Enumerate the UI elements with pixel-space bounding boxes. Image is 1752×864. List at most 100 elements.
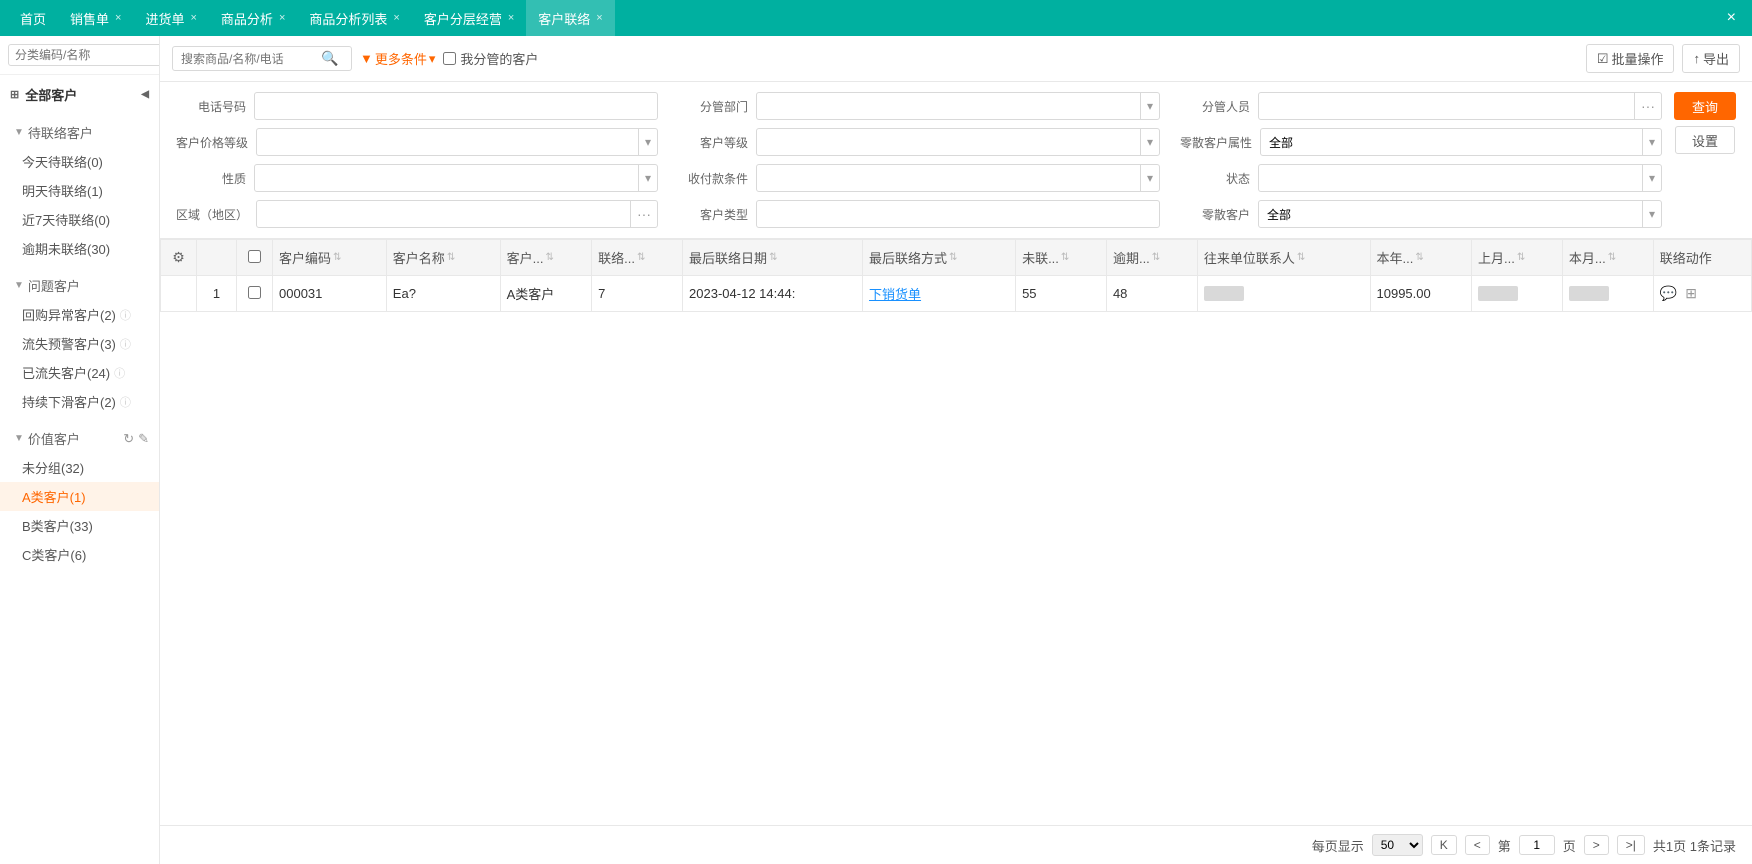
th-last-month[interactable]: 上月...⇅ [1471,240,1562,276]
export-button[interactable]: ↑ 导出 [1682,44,1740,73]
close-product-analysis-icon[interactable]: × [279,12,285,24]
sort-this-year-icon[interactable]: ⇅ [1415,252,1423,263]
my-customers-checkbox[interactable] [443,52,456,65]
filter-nature-input[interactable] [255,167,638,189]
price-level-chevron-icon[interactable]: ▾ [638,129,657,155]
row-message-icon[interactable]: 💬 [1660,285,1677,302]
sidebar-item-c-class[interactable]: C类客户(6) [0,540,159,569]
settings-button[interactable]: 设置 [1675,126,1735,154]
prev-page-button[interactable]: < [1465,835,1490,855]
nav-customer-contact[interactable]: 客户联络 × [526,0,614,36]
nav-close-all[interactable]: × [1719,5,1744,31]
close-product-analysis-list-icon[interactable]: × [393,12,399,24]
sort-contact-icon[interactable]: ⇅ [637,252,645,263]
sidebar-item-overdue[interactable]: 逾期未联络(30) [0,234,159,263]
th-contacts[interactable]: 往来单位联系人⇅ [1197,240,1370,276]
th-type[interactable]: 客户...⇅ [500,240,592,276]
filter-customer-level-input[interactable] [757,131,1140,153]
sort-this-month-icon[interactable]: ⇅ [1608,252,1616,263]
sidebar-value-customers-label[interactable]: ▼ 价值客户 ↻ ✎ [0,424,159,453]
main-search-input[interactable] [181,52,321,66]
filter-person-input[interactable] [1259,95,1634,117]
page-number-input[interactable] [1519,835,1555,855]
my-customers-checkbox-wrap[interactable]: 我分管的客户 [443,49,538,68]
sidebar-pending-contact-label[interactable]: ▼ 待联络客户 [0,118,159,147]
sidebar-item-week[interactable]: 近7天待联络(0) [0,205,159,234]
filter-status-input[interactable] [1259,167,1642,189]
th-this-year[interactable]: 本年...⇅ [1370,240,1471,276]
refresh-icon[interactable]: ↻ [123,431,134,447]
th-contact[interactable]: 联络...⇅ [592,240,683,276]
sidebar-item-continuous-decline[interactable]: 持续下滑客户(2) ⓘ [0,387,159,416]
filter-phone-input[interactable] [254,92,658,120]
retail-customer-chevron-icon[interactable]: ▾ [1642,201,1661,227]
row-checkbox[interactable] [248,286,261,299]
last-page-button[interactable]: >| [1617,835,1645,855]
th-check[interactable] [237,240,273,276]
th-code[interactable]: 客户编码⇅ [273,240,387,276]
region-more-icon[interactable]: ··· [630,201,657,227]
sidebar-item-repeat-abnormal[interactable]: 回购异常客户(2) ⓘ [0,300,159,329]
sort-code-icon[interactable]: ⇅ [333,252,341,263]
sidebar-item-a-class[interactable]: A类客户(1) [0,482,159,511]
payment-chevron-icon[interactable]: ▾ [1140,165,1159,191]
query-button[interactable]: 查询 [1674,92,1736,120]
sort-name-icon[interactable]: ⇅ [447,252,455,263]
filter-customer-type-input[interactable] [756,200,1160,228]
edit-icon[interactable]: ✎ [138,431,149,447]
sort-last-contact-method-icon[interactable]: ⇅ [949,252,957,263]
main-search-icon[interactable]: 🔍 [321,50,338,67]
row-qr-icon[interactable]: ⊞ [1685,285,1697,302]
sidebar-item-lost-risk[interactable]: 流失预警客户(3) ⓘ [0,329,159,358]
sidebar-item-tomorrow[interactable]: 明天待联络(1) [0,176,159,205]
nav-customer-segment[interactable]: 客户分层经营 × [412,0,526,36]
sidebar-search-input[interactable] [8,44,160,66]
last-contact-method-link[interactable]: 下销货单 [869,287,921,302]
nav-purchase[interactable]: 进货单 × [133,0,208,36]
filter-retail-attr-input[interactable] [1261,131,1642,153]
next-page-button[interactable]: > [1584,835,1609,855]
th-last-contact-method[interactable]: 最后联络方式⇅ [863,240,1016,276]
sort-last-contact-date-icon[interactable]: ⇅ [769,252,777,263]
first-page-button[interactable]: K [1431,835,1457,855]
sidebar-problem-customers-label[interactable]: ▼ 问题客户 [0,271,159,300]
sort-no-contact-icon[interactable]: ⇅ [1061,252,1069,263]
retail-attr-chevron-icon[interactable]: ▾ [1642,129,1661,155]
row-last-contact-method-cell[interactable]: 下销货单 [863,276,1016,312]
filter-region-input[interactable] [257,203,630,225]
th-no-contact[interactable]: 未联...⇅ [1016,240,1107,276]
check-all-checkbox[interactable] [248,250,261,263]
nav-sales[interactable]: 销售单 × [58,0,133,36]
close-customer-contact-icon[interactable]: × [596,12,602,24]
close-purchase-icon[interactable]: × [190,12,196,24]
row-check-cell[interactable] [237,276,273,312]
sort-type-icon[interactable]: ⇅ [545,252,553,263]
per-page-select[interactable]: 50 10 20 100 [1372,834,1423,856]
sort-contacts-icon[interactable]: ⇅ [1297,252,1305,263]
th-name[interactable]: 客户名称⇅ [386,240,500,276]
batch-ops-button[interactable]: ☑ 批量操作 [1586,44,1675,73]
dept-chevron-icon[interactable]: ▾ [1140,93,1159,119]
gear-icon[interactable]: ⚙ [172,249,185,265]
th-gear[interactable]: ⚙ [161,240,197,276]
th-this-month[interactable]: 本月...⇅ [1562,240,1653,276]
filter-payment-input[interactable] [757,167,1140,189]
filter-more-btn[interactable]: ▼ 更多条件 ▾ [360,49,435,68]
filter-dept-input[interactable] [757,95,1140,117]
sidebar-item-lost[interactable]: 已流失客户(24) ⓘ [0,358,159,387]
customer-level-chevron-icon[interactable]: ▾ [1140,129,1159,155]
nav-product-analysis[interactable]: 商品分析 × [209,0,297,36]
status-chevron-icon[interactable]: ▾ [1642,165,1661,191]
nature-chevron-icon[interactable]: ▾ [638,165,657,191]
filter-retail-customer-input[interactable] [1259,203,1642,225]
close-customer-segment-icon[interactable]: × [508,12,514,24]
person-more-icon[interactable]: ··· [1634,93,1661,119]
th-last-contact-date[interactable]: 最后联络日期⇅ [683,240,863,276]
nav-product-analysis-list[interactable]: 商品分析列表 × [297,0,411,36]
nav-home[interactable]: 首页 [8,0,58,36]
sidebar-item-today[interactable]: 今天待联络(0) [0,147,159,176]
sidebar-item-b-class[interactable]: B类客户(33) [0,511,159,540]
close-sales-icon[interactable]: × [115,12,121,24]
sort-overdue-icon[interactable]: ⇅ [1152,252,1160,263]
sort-last-month-icon[interactable]: ⇅ [1517,252,1525,263]
